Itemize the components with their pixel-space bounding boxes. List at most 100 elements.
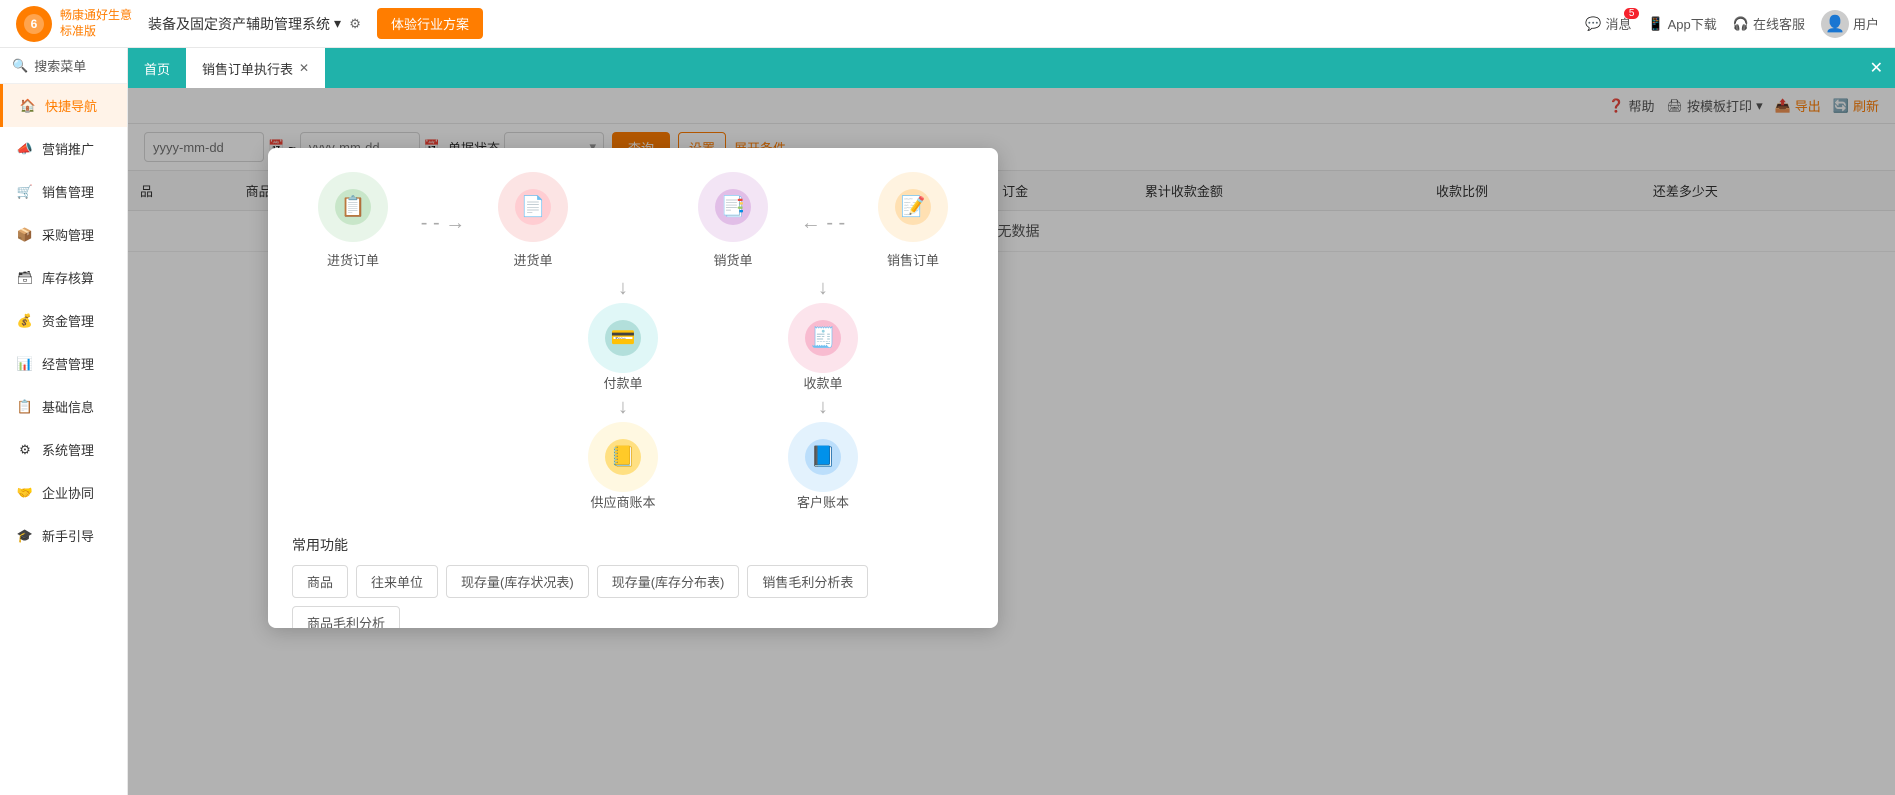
tab-sales-order-exec[interactable]: 销售订单执行表 ✕ <box>186 48 325 88</box>
func-buttons: 商品 往来单位 现存量(库存状况表) 现存量(库存分布表) 销售毛利分析表 商品… <box>292 565 974 628</box>
message-icon: 💬 <box>1585 16 1601 32</box>
settings-icon[interactable]: ⚙ <box>341 10 369 38</box>
svg-text:🧾: 🧾 <box>811 325 836 349</box>
basic-info-icon: 📋 <box>16 398 34 416</box>
newbie-icon: 🎓 <box>16 527 34 545</box>
sidebar-item-label: 采购管理 <box>42 225 94 244</box>
operations-icon: 📊 <box>16 355 34 373</box>
chevron-down-icon: ▾ <box>334 15 341 32</box>
sidebar-item-label: 企业协同 <box>42 483 94 502</box>
sidebar: 🔍 搜索菜单 🏠 快捷导航 📣 营销推广 🛒 销售管理 📦 采购管理 🗃 <box>0 48 128 795</box>
tab-home[interactable]: 首页 <box>128 48 186 88</box>
top-bar: 6 畅康通好生意 标准版 装备及固定资产辅助管理系统 ▾ ⚙ 体验行业方案 💬 … <box>0 0 1895 48</box>
tab-close-icon[interactable]: ✕ <box>299 61 309 75</box>
flow-node-sales-order: 📝 销售订单 <box>853 172 973 269</box>
svg-text:💳: 💳 <box>611 327 636 349</box>
func-btn-sales-profit[interactable]: 销售毛利分析表 <box>747 565 868 598</box>
tab-label: 首页 <box>144 59 170 78</box>
func-btn-stock-status[interactable]: 现存量(库存状况表) <box>446 565 589 598</box>
sales-order-label: 销售订单 <box>887 250 939 269</box>
modal-overlay: 📋 进货订单 - - → <box>128 88 1895 795</box>
arrow-h-2: ← - - <box>793 192 853 235</box>
purchase-slip-icon: 📄 <box>498 172 568 242</box>
common-func: 常用功能 商品 往来单位 现存量(库存状况表) 现存量(库存分布表) 销售毛利分… <box>292 535 974 628</box>
sales-icon: 🛒 <box>16 183 34 201</box>
sidebar-item-newbie[interactable]: 🎓 新手引导 <box>0 514 127 557</box>
arrow-v-receipt: ↓ <box>818 392 828 422</box>
svg-text:📋: 📋 <box>341 194 366 218</box>
avatar: 👤 <box>1821 10 1849 38</box>
sidebar-item-label: 营销推广 <box>42 139 94 158</box>
purchase-icon: 📦 <box>16 226 34 244</box>
sidebar-item-label: 库存核算 <box>42 268 94 287</box>
home-icon: 🏠 <box>19 97 37 115</box>
flow-node-purchase-order: 📋 进货订单 <box>293 172 413 269</box>
sidebar-item-purchase[interactable]: 📦 采购管理 <box>0 213 127 256</box>
func-btn-contacts[interactable]: 往来单位 <box>356 565 438 598</box>
app-download-btn[interactable]: 📱 App下载 <box>1647 14 1716 33</box>
online-service-btn[interactable]: 🎧 在线客服 <box>1733 14 1805 33</box>
purchase-slip-label: 进货单 <box>513 250 552 269</box>
enterprise-icon: 🤝 <box>16 484 34 502</box>
arrow-v-purchase: ↓ <box>618 273 628 303</box>
phone-icon: 📱 <box>1647 16 1663 32</box>
customer-ledger-label: 客户账本 <box>797 492 849 511</box>
sidebar-item-sales[interactable]: 🛒 销售管理 <box>0 170 127 213</box>
func-btn-stock-dist[interactable]: 现存量(库存分布表) <box>597 565 740 598</box>
sidebar-item-marketing[interactable]: 📣 营销推广 <box>0 127 127 170</box>
sidebar-item-enterprise[interactable]: 🤝 企业协同 <box>0 471 127 514</box>
logo-icon: 6 <box>16 6 52 42</box>
system-title-dropdown[interactable]: 装备及固定资产辅助管理系统 ▾ <box>148 14 341 34</box>
sidebar-search-btn[interactable]: 🔍 搜索菜单 <box>0 48 127 84</box>
tab-label: 销售订单执行表 <box>202 59 293 78</box>
user-name: 用户 <box>1853 14 1879 33</box>
marketing-icon: 📣 <box>16 140 34 158</box>
finance-icon: 💰 <box>16 312 34 330</box>
message-btn[interactable]: 💬 消息 5 <box>1585 14 1631 33</box>
trial-btn[interactable]: 体验行业方案 <box>377 8 483 39</box>
svg-text:📝: 📝 <box>901 194 926 218</box>
headset-icon: 🎧 <box>1733 16 1749 32</box>
sidebar-item-inventory[interactable]: 🗃 库存核算 <box>0 256 127 299</box>
purchase-order-icon: 📋 <box>318 172 388 242</box>
purchase-slip-col: ↓ 💳 付款单 ↓ 📒 <box>563 273 683 511</box>
sidebar-item-operations[interactable]: 📊 经营管理 <box>0 342 127 385</box>
receipt-slip-icon: 🧾 <box>788 303 858 373</box>
func-btn-product-profit[interactable]: 商品毛利分析 <box>292 606 400 628</box>
sales-order-icon: 📝 <box>878 172 948 242</box>
sidebar-item-basic-info[interactable]: 📋 基础信息 <box>0 385 127 428</box>
svg-text:📄: 📄 <box>521 194 546 218</box>
sidebar-item-label: 系统管理 <box>42 440 94 459</box>
content-area: 首页 销售订单执行表 ✕ ✕ ❓ 帮助 <box>128 48 1895 795</box>
message-badge: 5 <box>1624 8 1640 19</box>
top-right: 💬 消息 5 📱 App下载 🎧 在线客服 👤 用户 <box>1585 10 1879 38</box>
sales-slip-label: 销货单 <box>713 250 752 269</box>
flow-diagram: 📋 进货订单 - - → <box>292 172 974 511</box>
sidebar-item-label: 资金管理 <box>42 311 94 330</box>
logo-area: 6 畅康通好生意 标准版 <box>16 6 132 42</box>
main-area: 🔍 搜索菜单 🏠 快捷导航 📣 营销推广 🛒 销售管理 📦 采购管理 🗃 <box>0 48 1895 795</box>
sidebar-item-finance[interactable]: 💰 资金管理 <box>0 299 127 342</box>
tab-bar: 首页 销售订单执行表 ✕ ✕ <box>128 48 1895 88</box>
svg-text:📒: 📒 <box>611 445 636 468</box>
inventory-icon: 🗃 <box>16 269 34 287</box>
arrow-v-payment: ↓ <box>618 392 628 422</box>
sidebar-item-label: 经营管理 <box>42 354 94 373</box>
payment-slip-label: 付款单 <box>603 373 642 392</box>
sidebar-item-label: 销售管理 <box>42 182 94 201</box>
flow-node-purchase-slip: 📄 进货单 <box>473 172 593 269</box>
modal-box: 📋 进货订单 - - → <box>268 148 998 628</box>
sidebar-item-quick-nav[interactable]: 🏠 快捷导航 <box>0 84 127 127</box>
sidebar-item-label: 快捷导航 <box>45 96 97 115</box>
sidebar-item-label: 基础信息 <box>42 397 94 416</box>
system-icon: ⚙ <box>16 441 34 459</box>
common-func-title: 常用功能 <box>292 535 974 555</box>
logo-text: 畅康通好生意 标准版 <box>60 8 132 39</box>
user-avatar-btn[interactable]: 👤 用户 <box>1821 10 1879 38</box>
sales-slip-icon: 📑 <box>698 172 768 242</box>
sidebar-item-system[interactable]: ⚙ 系统管理 <box>0 428 127 471</box>
content-body: ❓ 帮助 🖨 按模板打印 ▾ 📤 导出 🔄 <box>128 88 1895 795</box>
func-btn-product[interactable]: 商品 <box>292 565 348 598</box>
close-all-tabs-btn[interactable]: ✕ <box>1858 58 1895 78</box>
svg-text:📑: 📑 <box>721 194 746 218</box>
